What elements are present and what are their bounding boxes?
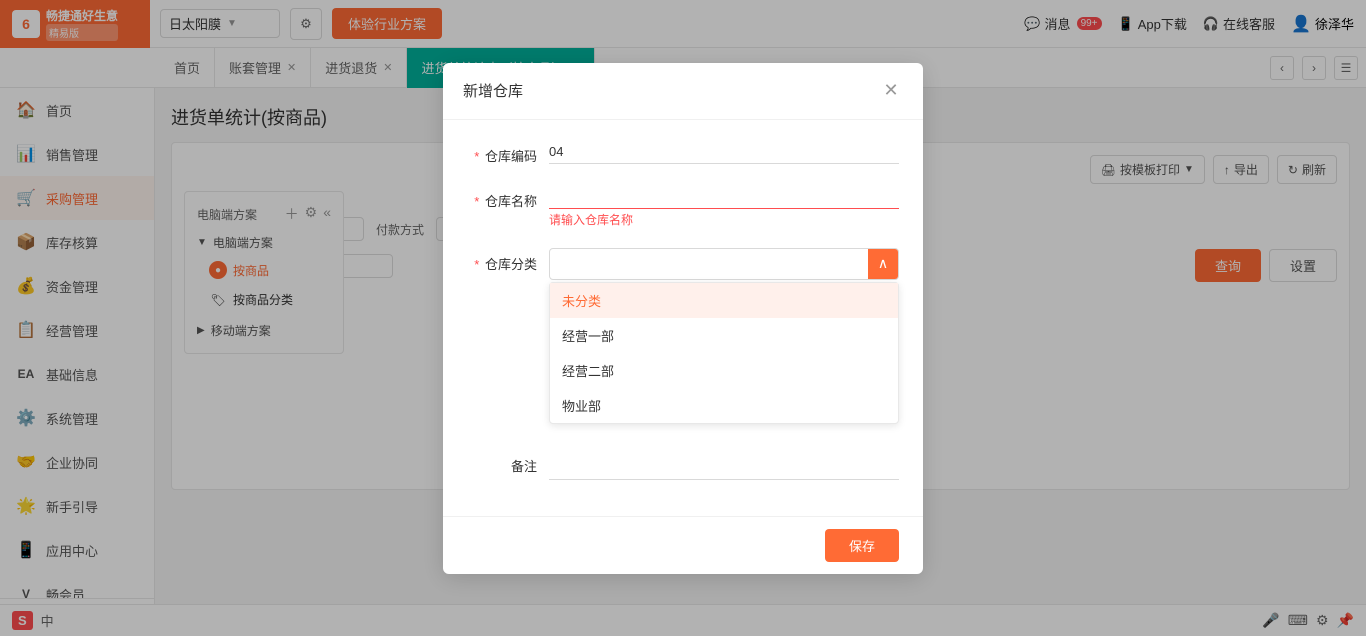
category-select-wrap: ∧ 未分类 经营一部 经营二部 物业部 [549, 248, 899, 280]
notes-input[interactable] [549, 450, 899, 480]
new-warehouse-modal: 新增仓库 ✕ * 仓库编码 * 仓库名称 [443, 63, 923, 574]
modal-header: 新增仓库 ✕ [443, 63, 923, 120]
name-label: * 仓库名称 [467, 185, 537, 210]
code-input[interactable] [549, 140, 899, 164]
modal-body: * 仓库编码 * 仓库名称 请输入仓库名称 [443, 120, 923, 516]
form-row-name: * 仓库名称 请输入仓库名称 [467, 185, 899, 228]
modal-close-button[interactable]: ✕ [879, 79, 903, 103]
modal-title: 新增仓库 [463, 80, 523, 101]
dropdown-item-dept1[interactable]: 经营一部 [550, 318, 898, 353]
category-dropdown: 未分类 经营一部 经营二部 物业部 [549, 282, 899, 424]
name-input[interactable] [549, 185, 899, 209]
category-label: * 仓库分类 [467, 248, 537, 273]
form-row-code: * 仓库编码 [467, 140, 899, 165]
save-button[interactable]: 保存 [825, 529, 899, 562]
modal-footer: 保存 [443, 516, 923, 574]
form-row-notes: 备注 [467, 450, 899, 480]
dropdown-item-uncategorized[interactable]: 未分类 [550, 283, 898, 318]
form-row-category: * 仓库分类 ∧ 未分类 经营一部 经营二部 物业部 [467, 248, 899, 280]
modal-overlay[interactable]: 新增仓库 ✕ * 仓库编码 * 仓库名称 [0, 0, 1366, 636]
dropdown-item-dept3[interactable]: 物业部 [550, 388, 898, 423]
name-error-msg: 请输入仓库名称 [549, 211, 899, 228]
category-arrow-button[interactable]: ∧ [868, 249, 898, 279]
code-label: * 仓库编码 [467, 140, 537, 165]
notes-label: 备注 [467, 450, 537, 475]
dropdown-item-dept2[interactable]: 经营二部 [550, 353, 898, 388]
category-input[interactable] [550, 251, 868, 276]
